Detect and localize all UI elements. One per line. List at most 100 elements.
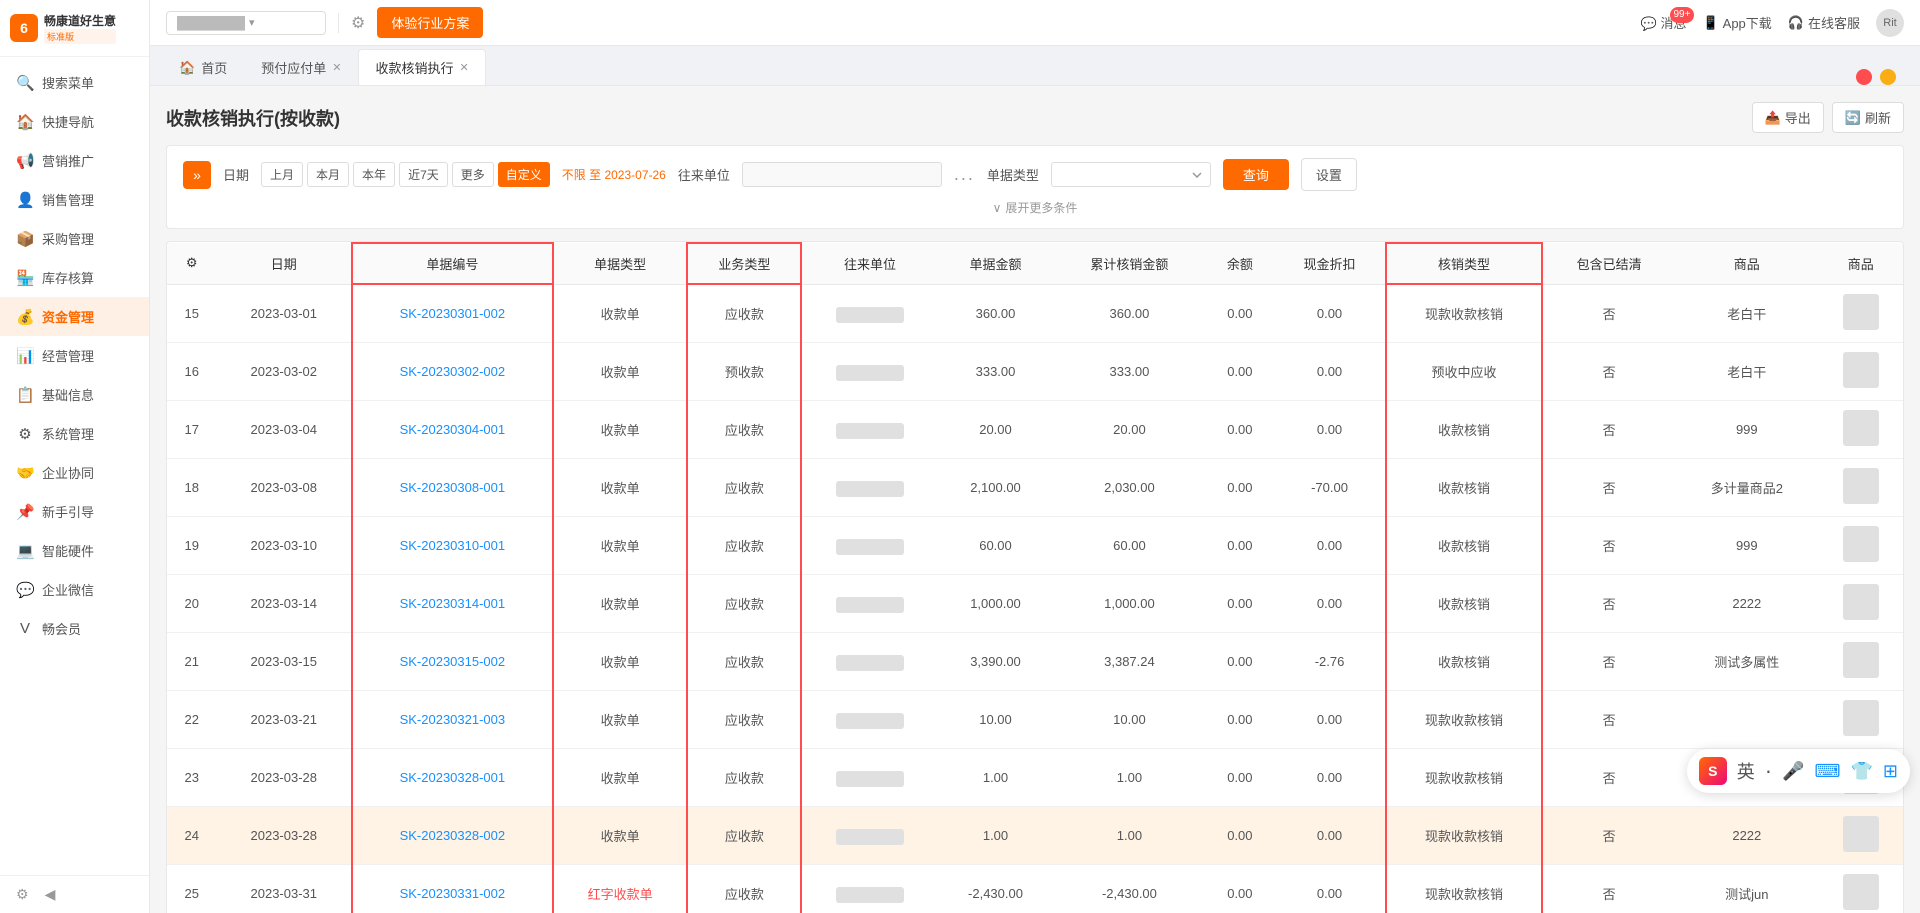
company-selector[interactable]: ████████ ▾ [166,11,326,35]
bill-no-link[interactable]: SK-20230315-002 [400,654,506,669]
td-date: 2023-03-08 [216,458,352,516]
td-date: 2023-03-15 [216,632,352,690]
settings-button[interactable]: 设置 [1301,158,1357,191]
bill-no-link[interactable]: SK-20230328-001 [400,770,506,785]
bill-no-link[interactable]: SK-20230302-002 [400,364,506,379]
bill-no-link[interactable]: SK-20230301-002 [400,306,506,321]
chevron-down-icon: ▾ [249,16,255,29]
bill-no-link[interactable]: SK-20230304-001 [400,422,506,437]
tab-collection-close[interactable]: ✕ [459,61,468,74]
td-bill-no: SK-20230328-001 [352,748,553,806]
date-btn-custom[interactable]: 自定义 [498,162,550,187]
sidebar-item-hardware[interactable]: 💻 智能硬件 [0,531,149,570]
td-balance: 0.00 [1206,864,1274,913]
collapse-icon[interactable]: ◀ [45,886,56,903]
date-btn-last-month[interactable]: 上月 [261,162,303,187]
bill-type-select[interactable] [1051,162,1211,187]
td-include-settled: 否 [1542,516,1675,574]
refresh-button[interactable]: 🔄 刷新 [1832,102,1904,133]
sidebar-item-sales[interactable]: 👤 销售管理 [0,180,149,219]
data-table: ⚙ 日期 单据编号 单据类型 业务类型 往来单位 单据金额 累计核销金额 余额 … [167,242,1903,913]
td-balance: 0.00 [1206,516,1274,574]
export-button[interactable]: 📤 导出 [1752,102,1824,133]
date-btn-this-year[interactable]: 本年 [353,162,395,187]
td-date: 2023-03-10 [216,516,352,574]
date-btn-7days[interactable]: 近7天 [399,162,448,187]
td-cash-discount: 0.00 [1274,864,1386,913]
float-toolbar: S 英 · 🎤 ⌨ 👕 ⊞ [1687,749,1910,793]
td-total-cancel: 1.00 [1053,748,1206,806]
float-icon-grid[interactable]: ⊞ [1883,761,1898,782]
td-goods: 999 [1675,516,1818,574]
td-cash-discount: 0.00 [1274,400,1386,458]
more-filters-dots[interactable]: ... [954,164,975,185]
float-icon-keyboard[interactable]: ⌨ [1815,761,1841,782]
bill-no-link[interactable]: SK-20230308-001 [400,480,506,495]
td-total-cancel: -2,430.00 [1053,864,1206,913]
sidebar-item-quicknav[interactable]: 🏠 快捷导航 [0,102,149,141]
sidebar-item-purchase[interactable]: 📦 采购管理 [0,219,149,258]
td-include-settled: 否 [1542,748,1675,806]
filter-expand-button[interactable]: » [183,161,211,189]
th-gear[interactable]: ⚙ [167,243,216,284]
sidebar-item-basic[interactable]: 📋 基础信息 [0,375,149,414]
td-include-settled: 否 [1542,574,1675,632]
tab-prepay-close[interactable]: ✕ [332,61,341,74]
td-amount: 360.00 [938,284,1053,342]
float-icon-text[interactable]: 英 [1737,758,1755,784]
sidebar-item-member[interactable]: V 畅会员 [0,609,149,648]
td-date: 2023-03-31 [216,864,352,913]
td-bill-type: 收款单 [553,284,688,342]
td-goods: 老白干 [1675,342,1818,400]
win-close-btn[interactable]: ✕ [1856,69,1872,85]
td-cancel-type: 收款核销 [1386,574,1542,632]
td-cancel-type: 现款收款核销 [1386,806,1542,864]
sidebar-item-inventory[interactable]: 🏪 库存核算 [0,258,149,297]
gear-icon[interactable]: ⚙ [351,13,365,33]
app-download-link[interactable]: 📱 App下载 [1702,13,1771,32]
messages-badge[interactable]: 💬 消息 99+ [1641,13,1687,32]
operation-icon: 📊 [16,347,34,365]
sidebar-item-guide[interactable]: 📌 新手引导 [0,492,149,531]
sidebar-item-finance[interactable]: 💰 资金管理 [0,297,149,336]
sidebar-item-operation[interactable]: 📊 经营管理 [0,336,149,375]
bill-no-link[interactable]: SK-20230314-001 [400,596,506,611]
bill-no-link[interactable]: SK-20230310-001 [400,538,506,553]
float-icon-shirt[interactable]: 👕 [1850,761,1872,782]
tab-collection[interactable]: 收款核销执行 ✕ [358,49,485,85]
settings-icon[interactable]: ⚙ [16,886,29,903]
td-amount: 1,000.00 [938,574,1053,632]
td-no: 24 [167,806,216,864]
td-balance: 0.00 [1206,806,1274,864]
td-include-settled: 否 [1542,458,1675,516]
date-btn-more[interactable]: 更多 [452,162,494,187]
win-maximize-btn[interactable]: □ [1880,69,1896,85]
partner-input[interactable] [742,162,942,187]
sidebar-item-system[interactable]: ⚙ 系统管理 [0,414,149,453]
date-btn-this-month[interactable]: 本月 [307,162,349,187]
tab-prepay[interactable]: 预付应付单 ✕ [244,49,358,85]
float-icon-dot[interactable]: · [1765,758,1772,784]
online-service-link[interactable]: 🎧 在线客服 [1788,13,1860,32]
query-button[interactable]: 查询 [1223,159,1289,190]
float-icon-mic[interactable]: 🎤 [1782,761,1804,782]
sidebar-label-corp: 企业协同 [42,463,94,482]
bill-no-link[interactable]: SK-20230331-002 [400,886,506,901]
table-row: 23 2023-03-28 SK-20230328-001 收款单 应收款 ██… [167,748,1903,806]
sidebar-item-corp[interactable]: 🤝 企业协同 [0,453,149,492]
marketing-icon: 📢 [16,152,34,170]
bill-no-link[interactable]: SK-20230321-003 [400,712,506,727]
expand-conditions-button[interactable]: ∨ 展开更多条件 [993,199,1078,216]
sidebar-item-wechat[interactable]: 💬 企业微信 [0,570,149,609]
td-total-cancel: 60.00 [1053,516,1206,574]
td-bill-no: SK-20230310-001 [352,516,553,574]
user-avatar[interactable]: Rit [1876,9,1904,37]
industry-solution-button[interactable]: 体验行业方案 [377,7,483,38]
tab-home[interactable]: 🏠 首页 [162,49,244,85]
sales-icon: 👤 [16,191,34,209]
td-balance: 0.00 [1206,632,1274,690]
bill-no-link[interactable]: SK-20230328-002 [400,828,506,843]
sidebar-item-marketing[interactable]: 📢 营销推广 [0,141,149,180]
sidebar-item-search[interactable]: 🔍 搜索菜单 [0,63,149,102]
filter-bar: » 日期 上月 本月 本年 近7天 更多 自定义 不限 至 2023-07-26… [166,145,1904,229]
